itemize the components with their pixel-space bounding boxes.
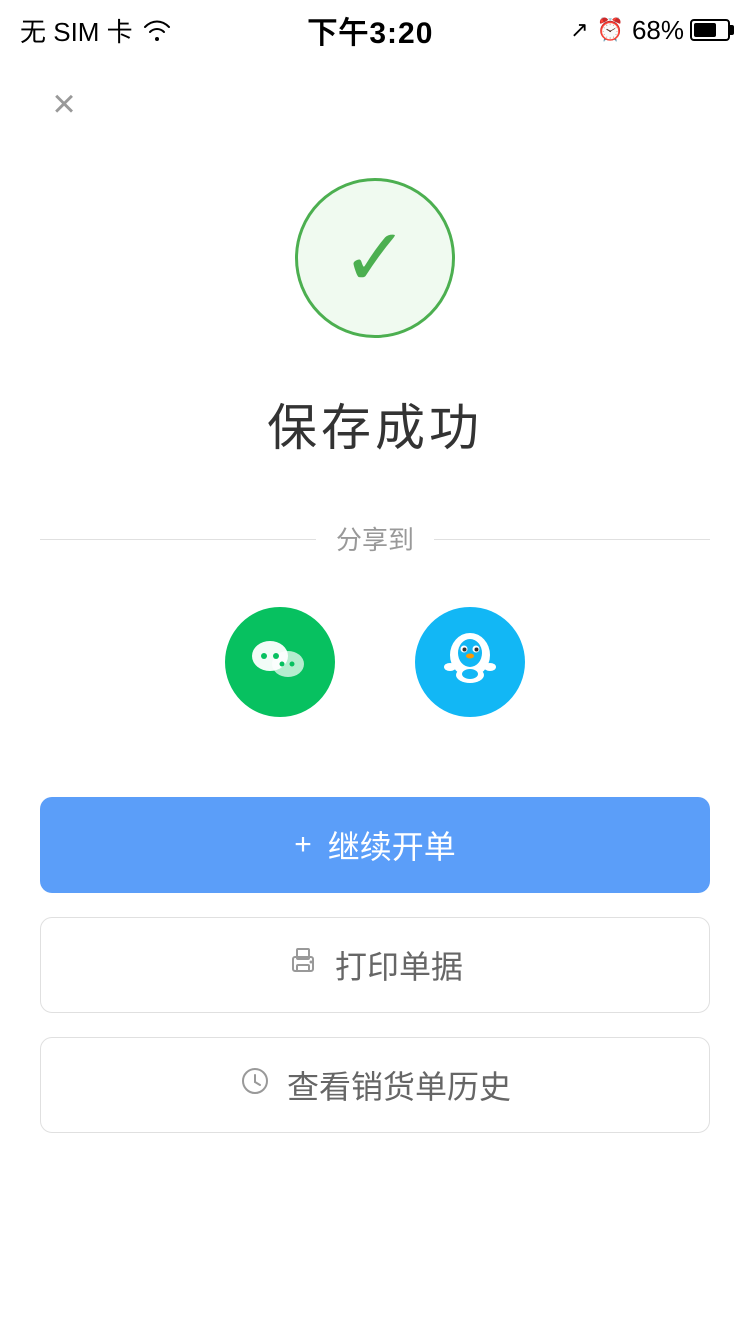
print-button[interactable]: 打印单据 xyxy=(40,917,710,1013)
qq-share-button[interactable] xyxy=(415,607,525,717)
action-buttons: + 继续开单 打印单据 xyxy=(40,797,710,1133)
share-label: 分享到 xyxy=(316,520,434,557)
history-label: 查看销货单历史 xyxy=(287,1062,511,1108)
battery-icon xyxy=(690,19,730,41)
location-icon: ↗ xyxy=(570,17,588,43)
main-content: ✓ 保存成功 分享到 xyxy=(0,148,750,1133)
history-button[interactable]: 查看销货单历史 xyxy=(40,1037,710,1133)
success-circle: ✓ xyxy=(295,178,455,338)
time-display: 下午3:20 xyxy=(307,8,433,52)
qq-icon xyxy=(440,627,500,697)
alarm-icon: ⏰ xyxy=(597,17,624,43)
close-button[interactable]: × xyxy=(40,80,88,128)
close-button-area: × xyxy=(0,60,750,148)
print-label: 打印单据 xyxy=(335,942,463,988)
carrier-text: 无 SIM 卡 xyxy=(20,12,133,49)
print-icon xyxy=(287,945,319,985)
continue-label: 继续开单 xyxy=(328,822,456,868)
status-right-icons: ↗ ⏰ 68% xyxy=(570,15,730,46)
wechat-icon xyxy=(248,634,312,690)
battery-percent: 68% xyxy=(632,15,684,46)
status-bar: 无 SIM 卡 下午3:20 ↗ ⏰ 68% xyxy=(0,0,750,60)
continue-button[interactable]: + 继续开单 xyxy=(40,797,710,893)
wifi-icon xyxy=(143,19,171,41)
history-icon xyxy=(239,1065,271,1105)
close-icon: × xyxy=(52,84,75,124)
continue-icon: + xyxy=(294,828,312,862)
carrier-wifi: 无 SIM 卡 xyxy=(20,12,171,49)
success-title: 保存成功 xyxy=(267,388,483,460)
share-section: 分享到 xyxy=(40,520,710,557)
battery: 68% xyxy=(632,15,730,46)
wechat-share-button[interactable] xyxy=(225,607,335,717)
share-icons-row xyxy=(225,607,525,717)
battery-fill xyxy=(694,23,716,37)
checkmark-icon: ✓ xyxy=(341,218,408,298)
